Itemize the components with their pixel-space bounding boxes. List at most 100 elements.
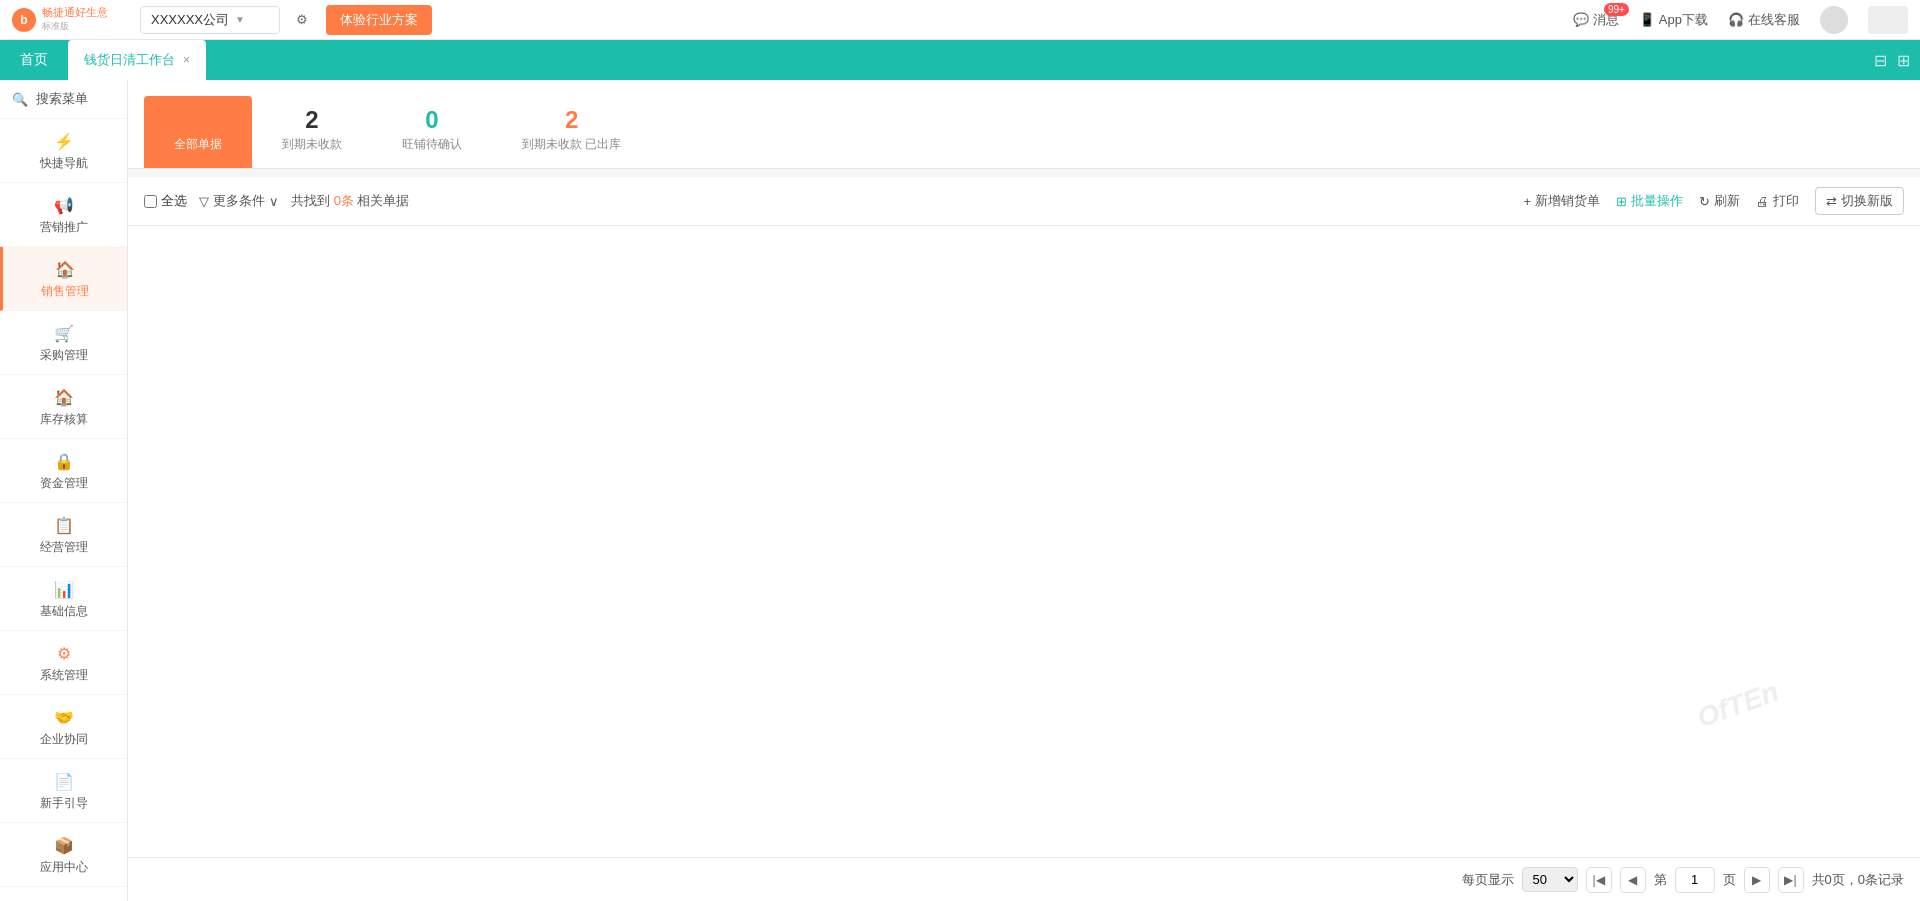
page-size-label: 每页显示 [1462,871,1514,889]
message-badge: 99+ [1604,3,1629,16]
app-download-label: App下载 [1659,11,1708,29]
select-all-checkbox[interactable]: 全选 [144,192,187,210]
sidebar-item-purchase[interactable]: 🛒 采购管理 [0,311,127,375]
trial-button[interactable]: 体验行业方案 [326,5,432,35]
found-suffix: 相关单据 [357,193,409,208]
batch-icon: ⊞ [1616,194,1627,209]
stat-label-overdue: 到期未收款 [282,136,342,153]
tab-active[interactable]: 钱货日清工作台 × [68,40,206,80]
stat-number-pending: 0 [425,106,438,134]
sidebar-item-system[interactable]: ⚙ 系统管理 [0,631,127,695]
filter-button[interactable]: ▽ 更多条件 ∨ [199,192,279,210]
window-maximize-icon[interactable]: ⊞ [1897,51,1910,70]
stat-number-overdue: 2 [305,106,318,134]
system-icon: ⚙ [54,643,74,663]
sidebar-label-finance: 资金管理 [40,475,88,492]
finance-icon: 🔒 [54,451,74,471]
sidebar-item-wechat[interactable]: 💬 企业微信 [0,887,127,901]
filter-arrow-icon: ∨ [269,194,279,209]
stat-tab-overdue[interactable]: 2 到期未收款 [252,96,372,168]
sales-icon: 🏠 [55,259,75,279]
main-layout: 🔍 搜索菜单 ⚡ 快捷导航 📢 营销推广 🏠 销售管理 🛒 采购管理 🏠 库存核… [0,80,1920,901]
sidebar-item-inventory[interactable]: 🏠 库存核算 [0,375,127,439]
sidebar: 🔍 搜索菜单 ⚡ 快捷导航 📢 营销推广 🏠 销售管理 🛒 采购管理 🏠 库存核… [0,80,128,901]
tab-active-label: 钱货日清工作台 [84,51,175,69]
settings-icon[interactable]: ⚙ [288,6,316,34]
operations-icon: 📋 [54,515,74,535]
new-label: 新增销货单 [1535,192,1600,210]
logo-icon: b [12,8,36,32]
sidebar-label-marketing: 营销推广 [40,219,88,236]
switch-label: 切换新版 [1841,192,1893,210]
online-support-label: 在线客服 [1748,11,1800,29]
cooperation-icon: 🤝 [54,707,74,727]
found-count: 0条 [334,193,354,208]
online-support-item[interactable]: 🎧 在线客服 [1728,11,1800,29]
stat-tab-all[interactable]: 2 全部单据 [144,96,252,168]
new-sale-button[interactable]: + 新增销货单 [1523,192,1600,210]
company-name: XXXXXX公司 [151,11,229,29]
filter-label: 更多条件 [213,192,265,210]
sidebar-label-operations: 经营管理 [40,539,88,556]
stat-tab-pending[interactable]: 0 旺铺待确认 [372,96,492,168]
window-minimize-icon[interactable]: ⊟ [1874,51,1887,70]
sidebar-search[interactable]: 🔍 搜索菜单 [0,80,127,119]
sidebar-item-app-center[interactable]: 📦 应用中心 [0,823,127,887]
avatar[interactable] [1820,6,1848,34]
sidebar-label-quick-nav: 快捷导航 [40,155,88,172]
page-size-select[interactable]: 50 20 100 [1522,867,1578,892]
sidebar-label-purchase: 采购管理 [40,347,88,364]
app-download-item[interactable]: 📱 App下载 [1639,11,1708,29]
sidebar-item-sales[interactable]: 🏠 销售管理 [0,247,127,311]
newbie-icon: 📄 [54,771,74,791]
logo-area: b 畅捷通好生意 标准版 [12,6,140,32]
sidebar-item-base-info[interactable]: 📊 基础信息 [0,567,127,631]
page-prev-button[interactable]: ◀ [1620,867,1646,893]
sidebar-item-finance[interactable]: 🔒 资金管理 [0,439,127,503]
switch-icon: ⇄ [1826,194,1837,209]
message-icon: 💬 [1573,12,1589,27]
marketing-icon: 📢 [54,195,74,215]
app-center-icon: 📦 [54,835,74,855]
page-suffix: 页 [1723,871,1736,889]
page-next-button[interactable]: ▶ [1744,867,1770,893]
tab-home[interactable]: 首页 [0,40,68,80]
dropdown-arrow-icon: ▼ [235,14,245,25]
app-version: 标准版 [42,20,108,33]
message-item[interactable]: 💬 消息 99+ [1573,11,1619,29]
toolbar: 全选 ▽ 更多条件 ∨ 共找到 0条 相关单据 + 新增销货单 ⊞ 批量操作 [128,177,1920,226]
stat-label-all: 全部单据 [174,136,222,153]
stat-tab-shipped[interactable]: 2 到期未收款 已出库 [492,96,651,168]
found-prefix: 共找到 [291,193,330,208]
sidebar-item-operations[interactable]: 📋 经营管理 [0,503,127,567]
sidebar-item-quick-nav[interactable]: ⚡ 快捷导航 [0,119,127,183]
page-last-button[interactable]: ▶| [1778,867,1804,893]
batch-operation-button[interactable]: ⊞ 批量操作 [1616,192,1683,210]
tab-bar: 首页 钱货日清工作台 × ⊟ ⊞ [0,40,1920,80]
stat-label-shipped: 到期未收款 已出库 [522,136,621,153]
print-button[interactable]: 🖨 打印 [1756,192,1799,210]
print-icon: 🖨 [1756,194,1769,209]
pagination: 每页显示 50 20 100 |◀ ◀ 第 页 ▶ ▶| 共0页，0条记录 [128,857,1920,901]
tab-close-icon[interactable]: × [183,53,190,67]
sidebar-item-marketing[interactable]: 📢 营销推广 [0,183,127,247]
company-selector[interactable]: XXXXXX公司 ▼ [140,6,280,34]
search-icon: 🔍 [12,92,28,107]
sidebar-item-newbie[interactable]: 📄 新手引导 [0,759,127,823]
base-info-icon: 📊 [54,579,74,599]
user-menu[interactable] [1868,6,1908,34]
sidebar-label-newbie: 新手引导 [40,795,88,812]
refresh-icon: ↻ [1699,194,1710,209]
refresh-label: 刷新 [1714,192,1740,210]
select-all-input[interactable] [144,195,157,208]
page-input[interactable] [1675,867,1715,893]
stat-number-all: 2 [191,106,204,134]
refresh-button[interactable]: ↻ 刷新 [1699,192,1740,210]
sidebar-label-inventory: 库存核算 [40,411,88,428]
window-controls: ⊟ ⊞ [1874,51,1920,70]
sidebar-item-cooperation[interactable]: 🤝 企业协同 [0,695,127,759]
filter-icon: ▽ [199,194,209,209]
inventory-icon: 🏠 [54,387,74,407]
page-first-button[interactable]: |◀ [1586,867,1612,893]
switch-version-button[interactable]: ⇄ 切换新版 [1815,187,1904,215]
